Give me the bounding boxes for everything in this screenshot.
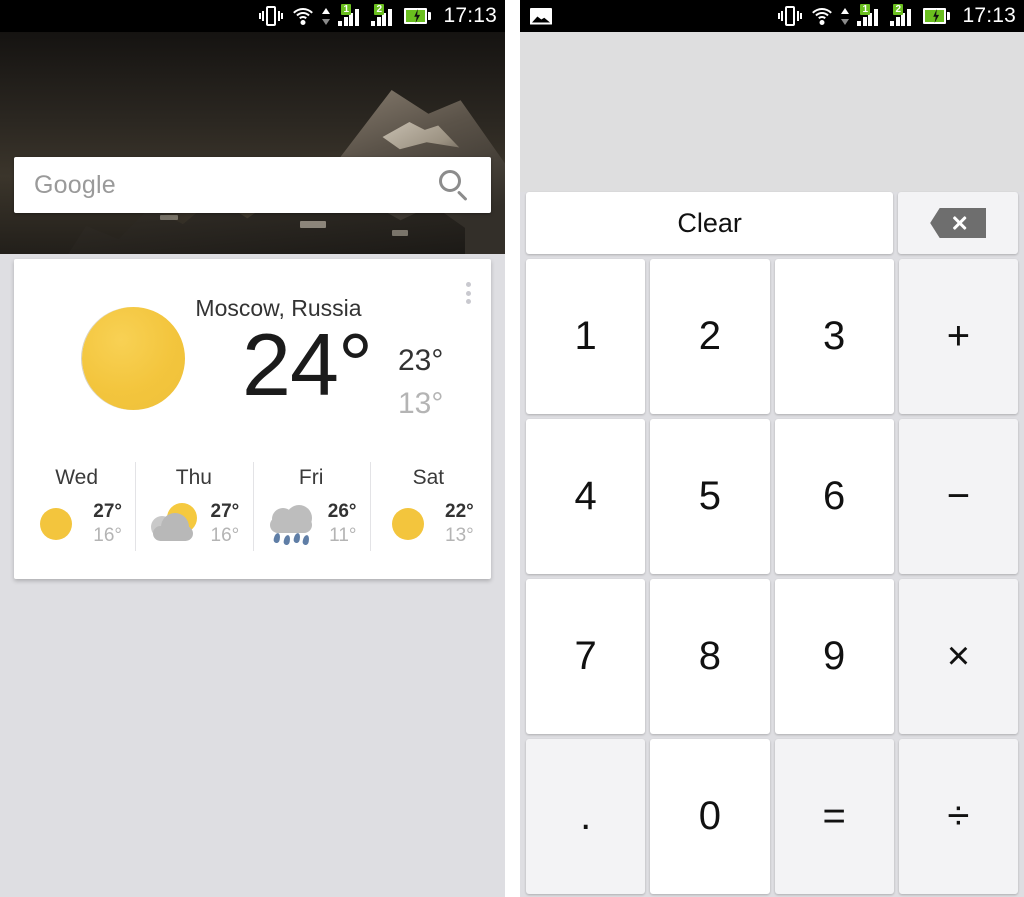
sun-icon — [82, 307, 185, 410]
key-equals[interactable]: = — [774, 739, 894, 894]
search-input[interactable]: Google — [34, 171, 437, 200]
key-5[interactable]: 5 — [650, 419, 770, 574]
dual-screenshot-container: 1 2 17:13 Google Moscow, Russia 24° 23° … — [0, 0, 1024, 897]
forecast-day-label: Fri — [298, 466, 324, 489]
forecast-day[interactable]: Fri 26° 11° — [252, 454, 370, 569]
image-notification-icon — [530, 8, 552, 25]
sun-icon — [31, 502, 83, 546]
forecast-day[interactable]: Wed 27° 16° — [18, 454, 135, 569]
calculator-display[interactable] — [520, 32, 1024, 192]
weather-widget-card[interactable]: Moscow, Russia 24° 23° 13° Wed 27° 16° T… — [14, 259, 491, 579]
forecast-low: 16° — [93, 524, 122, 546]
key-plus[interactable]: + — [898, 259, 1018, 414]
calculator-row: . 0 = ÷ — [526, 739, 1018, 894]
key-1[interactable]: 1 — [526, 259, 646, 414]
signal-sim2-icon: 2 — [371, 4, 397, 26]
status-bar-left: 1 2 17:13 — [0, 0, 505, 32]
forecast-high: 27° — [210, 501, 240, 522]
key-9[interactable]: 9 — [774, 579, 894, 734]
key-8[interactable]: 8 — [650, 579, 770, 734]
forecast-low: 11° — [329, 524, 357, 546]
weather-current-temp: 24° — [242, 315, 373, 414]
key-4[interactable]: 4 — [526, 419, 646, 574]
sim1-badge: 1 — [341, 4, 351, 15]
key-decimal[interactable]: . — [526, 739, 646, 894]
calculator-row: 4 5 6 − — [526, 419, 1018, 574]
right-phone-screen-calculator: 1 2 17:13 Clear 1 2 3 + 4 5 6 − 7 8 9 × … — [520, 0, 1024, 897]
wallpaper-mountain: Google — [0, 32, 505, 254]
key-multiply[interactable]: × — [898, 579, 1018, 734]
partly-cloudy-icon — [149, 502, 201, 546]
status-bar-system-icons-right: 1 2 17:13 — [778, 4, 1016, 28]
key-divide[interactable]: ÷ — [898, 739, 1018, 894]
sim2-badge: 2 — [893, 4, 903, 15]
calculator-app: Clear 1 2 3 + 4 5 6 − 7 8 9 × . 0 = ÷ — [520, 32, 1024, 897]
key-7[interactable]: 7 — [526, 579, 646, 734]
key-2[interactable]: 2 — [650, 259, 770, 414]
forecast-high: 22° — [445, 501, 474, 522]
status-bar-right: 1 2 17:13 — [520, 0, 1024, 32]
forecast-day-label: Wed — [55, 466, 99, 489]
data-arrows-icon — [841, 7, 850, 26]
search-icon[interactable] — [437, 168, 471, 202]
vibrate-icon — [259, 6, 284, 26]
forecast-day-label: Sat — [412, 466, 445, 489]
calculator-row-top: Clear — [526, 192, 1018, 254]
backspace-button[interactable] — [898, 192, 1018, 254]
weather-current-section: Moscow, Russia 24° 23° 13° — [14, 259, 491, 454]
forecast-day-label: Thu — [175, 466, 212, 489]
vibrate-icon — [778, 6, 803, 26]
forecast-day[interactable]: Thu 27° 16° — [135, 454, 252, 569]
key-0[interactable]: 0 — [650, 739, 770, 894]
left-phone-screen-home: 1 2 17:13 Google Moscow, Russia 24° 23° … — [0, 0, 505, 897]
forecast-low: 13° — [445, 524, 474, 546]
calculator-keypad: Clear 1 2 3 + 4 5 6 − 7 8 9 × . 0 = ÷ — [520, 192, 1024, 897]
signal-sim1-icon: 1 — [338, 4, 364, 26]
status-bar-system-icons-left: 1 2 17:13 — [259, 4, 497, 28]
backspace-icon — [930, 208, 987, 238]
forecast-high: 26° — [327, 501, 357, 522]
wifi-icon — [807, 7, 836, 26]
key-minus[interactable]: − — [898, 419, 1018, 574]
data-arrows-icon — [322, 7, 331, 26]
battery-charging-icon — [923, 8, 951, 24]
rain-icon — [266, 502, 318, 546]
screen-divider — [505, 0, 520, 897]
battery-charging-icon — [404, 8, 432, 24]
calculator-row: 1 2 3 + — [526, 259, 1018, 414]
sun-icon — [383, 502, 435, 546]
forecast-low: 16° — [210, 524, 240, 546]
sim1-badge: 1 — [860, 4, 870, 15]
sim2-badge: 2 — [374, 4, 384, 15]
signal-sim2-icon: 2 — [890, 4, 916, 26]
google-search-bar[interactable]: Google — [14, 157, 491, 213]
forecast-high: 27° — [93, 501, 122, 522]
calculator-row: 7 8 9 × — [526, 579, 1018, 734]
key-3[interactable]: 3 — [774, 259, 894, 414]
key-6[interactable]: 6 — [774, 419, 894, 574]
status-bar-notifications-right — [530, 8, 778, 25]
weather-low-temp: 13° — [398, 387, 444, 420]
status-bar-clock: 17:13 — [962, 4, 1016, 27]
wifi-icon — [288, 7, 317, 26]
forecast-day[interactable]: Sat 22° 13° — [369, 454, 487, 569]
status-bar-clock: 17:13 — [443, 4, 497, 27]
weather-high-temp: 23° — [398, 344, 444, 377]
clear-button[interactable]: Clear — [526, 192, 894, 254]
weather-forecast-row: Wed 27° 16° Thu 27° 16° Fri 26° 11° Sat … — [14, 454, 491, 579]
signal-sim1-icon: 1 — [857, 4, 883, 26]
